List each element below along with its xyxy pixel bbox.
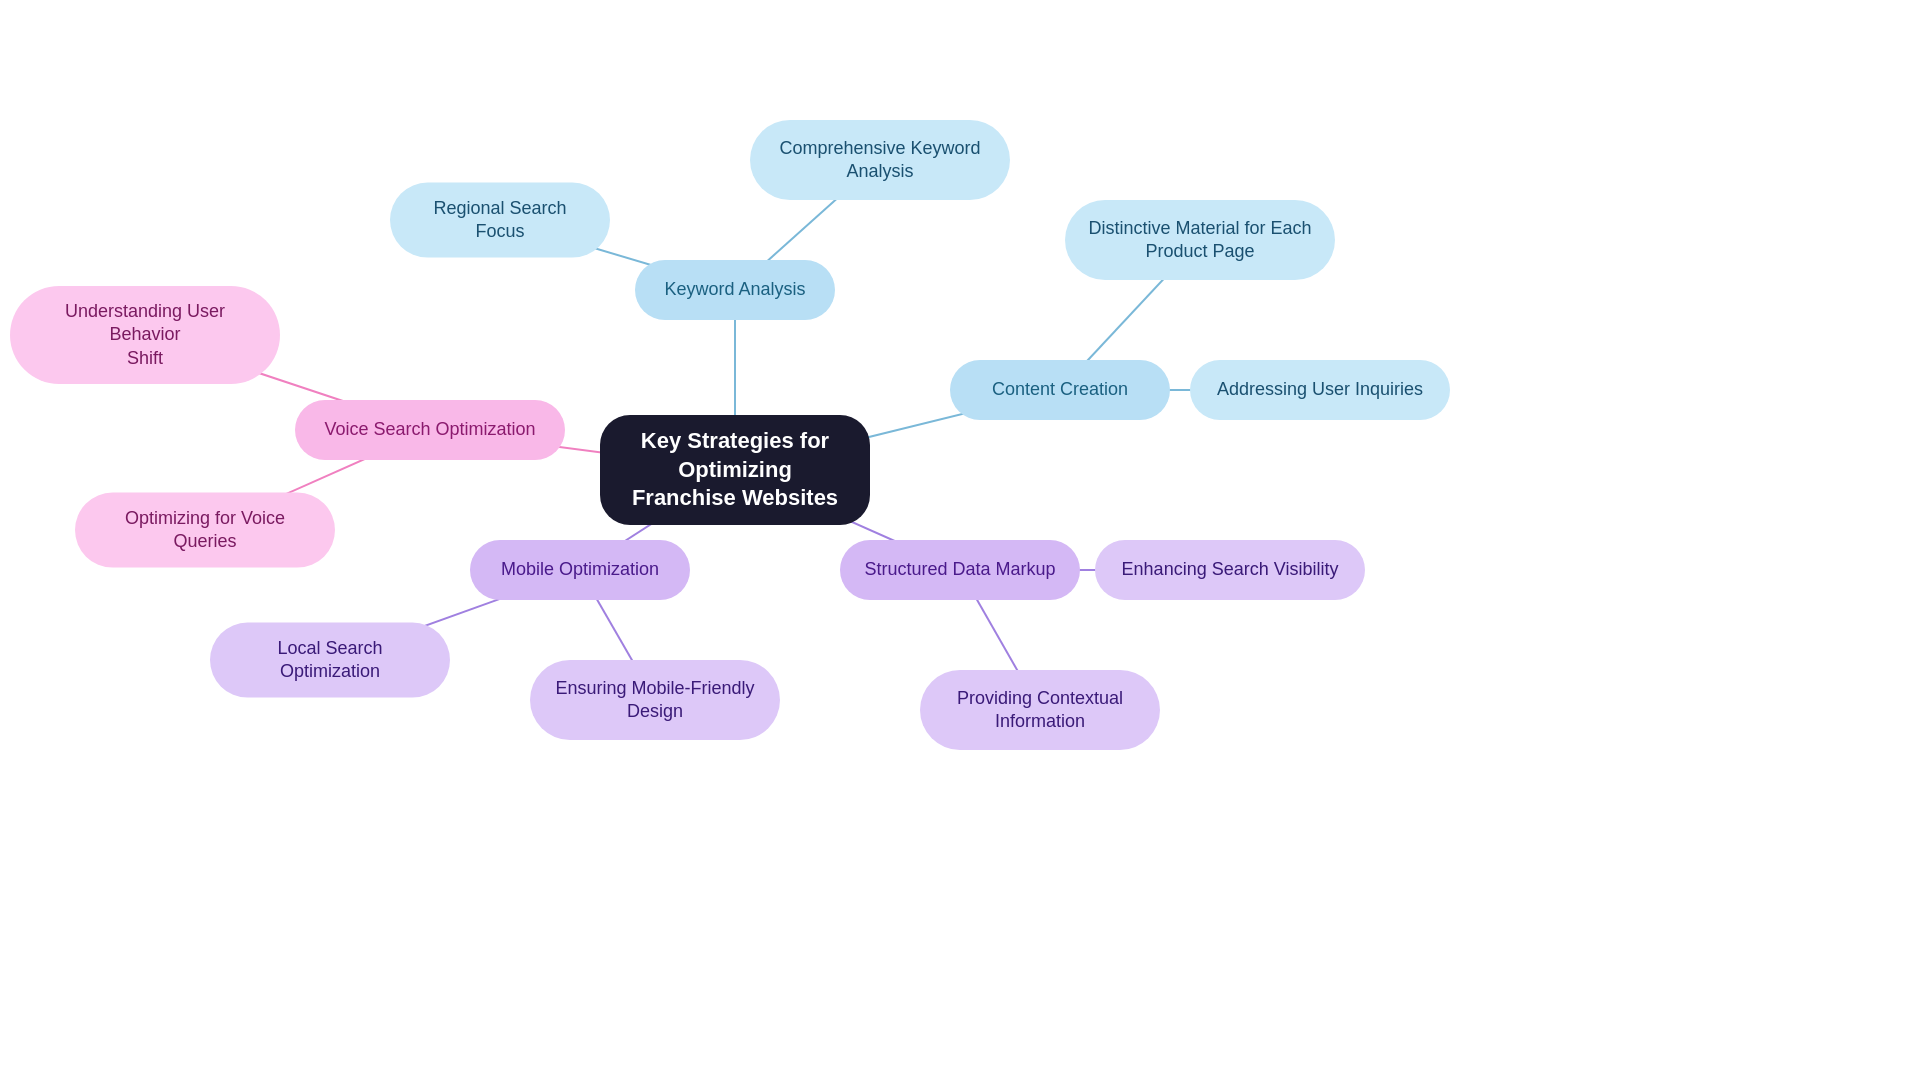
label-regional-search: Regional Search Focus	[412, 197, 588, 244]
node-providing-contextual[interactable]: Providing Contextual Information	[920, 670, 1160, 750]
node-keyword-analysis[interactable]: Keyword Analysis	[635, 260, 835, 320]
node-voice-search[interactable]: Voice Search Optimization	[295, 400, 565, 460]
label-mobile-optimization: Mobile Optimization	[501, 558, 659, 581]
node-ensuring-mobile[interactable]: Ensuring Mobile-Friendly Design	[530, 660, 780, 740]
label-local-search: Local Search Optimization	[232, 637, 428, 684]
label-optimizing-voice: Optimizing for Voice Queries	[97, 507, 313, 554]
label-content-creation: Content Creation	[992, 378, 1128, 401]
node-content-creation[interactable]: Content Creation	[950, 360, 1170, 420]
label-enhancing-search: Enhancing Search Visibility	[1122, 558, 1339, 581]
node-mobile-optimization[interactable]: Mobile Optimization	[470, 540, 690, 600]
label-addressing-user: Addressing User Inquiries	[1217, 378, 1423, 401]
center-node[interactable]: Key Strategies for Optimizing Franchise …	[600, 415, 870, 525]
label-providing-contextual: Providing Contextual Information	[957, 687, 1123, 734]
node-understanding-user[interactable]: Understanding User Behavior Shift	[10, 286, 280, 384]
node-addressing-user[interactable]: Addressing User Inquiries	[1190, 360, 1450, 420]
label-structured-data: Structured Data Markup	[864, 558, 1055, 581]
node-structured-data[interactable]: Structured Data Markup	[840, 540, 1080, 600]
center-label: Key Strategies for Optimizing Franchise …	[622, 427, 848, 513]
node-regional-search[interactable]: Regional Search Focus	[390, 183, 610, 258]
label-comprehensive-keyword: Comprehensive Keyword Analysis	[779, 137, 980, 184]
label-keyword-analysis: Keyword Analysis	[664, 278, 805, 301]
node-enhancing-search[interactable]: Enhancing Search Visibility	[1095, 540, 1365, 600]
label-understanding-user: Understanding User Behavior Shift	[32, 300, 258, 370]
node-comprehensive-keyword[interactable]: Comprehensive Keyword Analysis	[750, 120, 1010, 200]
node-optimizing-voice[interactable]: Optimizing for Voice Queries	[75, 493, 335, 568]
label-voice-search: Voice Search Optimization	[324, 418, 535, 441]
node-distinctive-material[interactable]: Distinctive Material for Each Product Pa…	[1065, 200, 1335, 280]
label-distinctive-material: Distinctive Material for Each Product Pa…	[1088, 217, 1311, 264]
label-ensuring-mobile: Ensuring Mobile-Friendly Design	[555, 677, 754, 724]
mind-map: Key Strategies for Optimizing Franchise …	[0, 0, 1920, 1083]
node-local-search[interactable]: Local Search Optimization	[210, 623, 450, 698]
